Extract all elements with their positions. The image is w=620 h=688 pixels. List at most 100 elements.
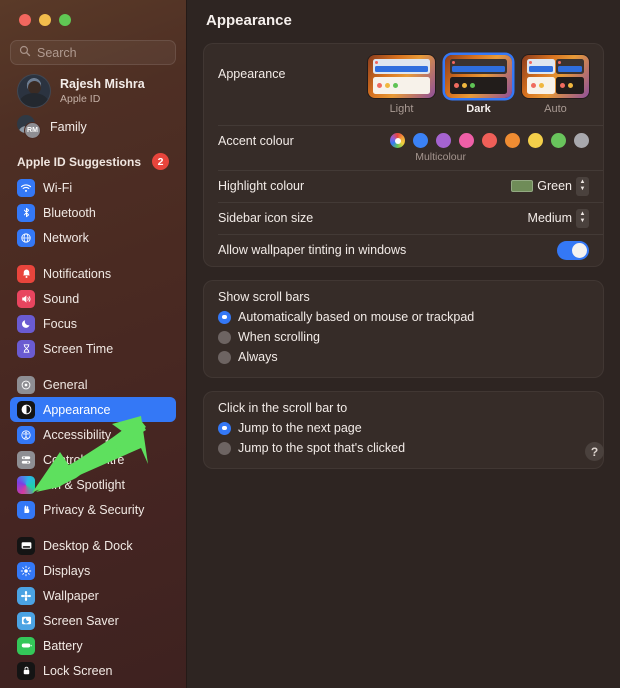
sidebar-item-lock-screen[interactable]: Lock Screen [10,658,176,683]
wallpaper-tinting-label: Allow wallpaper tinting in windows [218,243,407,257]
sidebar-item-appearance[interactable]: Appearance [10,397,176,422]
accent-swatch-graphite[interactable] [574,133,589,148]
search-field[interactable] [10,40,176,65]
accent-swatch-pink[interactable] [459,133,474,148]
sidebar-item-label: Wi-Fi [43,180,73,195]
battery-icon [17,636,35,655]
sidebar-item-sound[interactable]: Sound [10,286,176,311]
sidebar-item-wallpaper[interactable]: Wallpaper [10,583,176,608]
wallpaper-tinting-row: Allow wallpaper tinting in windows [204,234,603,266]
sidebar-item-desktop-and-dock[interactable]: Desktop & Dock [10,533,176,558]
sidebar-item-family[interactable]: RM Family [10,111,176,143]
sidebar-item-label: Battery [43,638,83,653]
avatar [17,74,51,108]
scroll-bar-click-title: Click in the scroll bar to [218,401,348,415]
sidebar-group-alerts: Notifications Sound Focus Screen Time [10,261,176,361]
zoom-button[interactable] [59,14,71,26]
chevron-updown-icon[interactable]: ▲ ▼ [576,176,589,196]
appearance-settings-card: Appearance Light Dark Auto Accent colour… [203,43,604,267]
siri-icon [17,475,35,494]
sidebar-item-focus[interactable]: Focus [10,311,176,336]
theme-option-light[interactable]: Light [368,55,435,115]
theme-label: Auto [544,103,567,115]
radio-click-spot-clicked[interactable]: Jump to the spot that's clicked [218,438,589,458]
gear-icon [17,375,35,394]
sidebar-item-control-centre[interactable]: Control Centre [10,447,176,472]
accent-swatch-orange[interactable] [505,133,520,148]
sidebar-item-label: Wallpaper [43,588,99,603]
bluetooth-icon [17,203,35,222]
apple-id-account-row[interactable]: Rajesh Mishra Apple ID [10,65,176,111]
sidebar-item-label: Screen Time [43,341,114,356]
accent-swatch-yellow[interactable] [528,133,543,148]
sidebar: Rajesh Mishra Apple ID RM Family Apple I… [0,0,187,688]
system-settings-window: Rajesh Mishra Apple ID RM Family Apple I… [0,0,620,688]
radio-icon[interactable] [218,310,231,324]
sidebar-item-wi-fi[interactable]: Wi-Fi [10,175,176,200]
appearance-theme-options: Light Dark Auto [368,55,589,115]
theme-thumbnail-auto [522,55,589,98]
sidebar-item-siri-and-spotlight[interactable]: Siri & Spotlight [10,472,176,497]
sidebar-item-label: General [43,377,88,392]
apple-id-suggestions-header[interactable]: Apple ID Suggestions 2 [10,143,176,175]
sidebar-icon-size-row: Sidebar icon size Medium ▲ ▼ [204,202,603,234]
sidebar-item-accessibility[interactable]: Accessibility [10,422,176,447]
sidebar-item-battery[interactable]: Battery [10,633,176,658]
accent-swatch-purple[interactable] [436,133,451,148]
speaker-icon [17,289,35,308]
sidebar-item-label: Network [43,230,89,245]
radio-scrollbars-automatic[interactable]: Automatically based on mouse or trackpad [218,307,589,327]
radio-click-next-page[interactable]: Jump to the next page [218,418,589,438]
sidebar-item-screen-saver[interactable]: Screen Saver [10,608,176,633]
accent-colour-label: Accent colour [218,133,294,148]
show-scroll-bars-group: Show scroll bars Automatically based on … [204,281,603,377]
appearance-row: Appearance Light Dark Auto [204,44,603,125]
sidebar-item-notifications[interactable]: Notifications [10,261,176,286]
page-title: Appearance [206,12,292,29]
minimize-button[interactable] [39,14,51,26]
radio-icon[interactable] [218,350,231,364]
sidebar-item-screen-time[interactable]: Screen Time [10,336,176,361]
moon-icon [17,314,35,333]
accent-swatch-red[interactable] [482,133,497,148]
radio-scrollbars-when-scrolling[interactable]: When scrolling [218,327,589,347]
sidebar-item-bluetooth[interactable]: Bluetooth [10,200,176,225]
scroll-bars-card: Show scroll bars Automatically based on … [203,280,604,378]
sidebar-item-general[interactable]: General [10,372,176,397]
search-input[interactable] [37,45,167,60]
sidebar-item-displays[interactable]: Displays [10,558,176,583]
desktop-dock-icon [17,536,35,555]
accent-swatch-multicolour[interactable] [390,133,405,148]
theme-option-auto[interactable]: Auto [522,55,589,115]
lock-icon [17,661,35,680]
globe-icon [17,228,35,247]
chevron-updown-icon[interactable]: ▲ ▼ [576,208,589,228]
close-button[interactable] [19,14,31,26]
highlight-colour-popup[interactable]: Green ▲ ▼ [511,176,589,196]
wallpaper-tinting-toggle[interactable] [557,240,589,260]
wifi-icon [17,178,35,197]
sidebar-item-label: Siri & Spotlight [43,477,125,492]
hourglass-icon [17,339,35,358]
wallpaper-icon [17,586,35,605]
radio-label: Jump to the spot that's clicked [238,441,406,455]
accent-swatch-blue[interactable] [413,133,428,148]
sidebar-icon-size-value: Medium [527,211,572,225]
sidebar-group-connectivity: Wi-Fi Bluetooth Network [10,175,176,250]
help-button[interactable]: ? [585,442,604,461]
theme-option-dark[interactable]: Dark [445,55,512,115]
sidebar-item-privacy-and-security[interactable]: Privacy & Security [10,497,176,522]
sidebar-icon-size-popup[interactable]: Medium ▲ ▼ [527,208,589,228]
accent-swatch-green[interactable] [551,133,566,148]
radio-icon[interactable] [218,421,231,435]
radio-icon[interactable] [218,441,231,455]
appearance-icon [17,400,35,419]
appearance-label: Appearance [218,67,286,81]
accent-colour-swatches [390,133,589,148]
accent-colour-caption: Multicolour [415,151,466,163]
highlight-colour-label: Highlight colour [218,179,305,193]
radio-scrollbars-always[interactable]: Always [218,347,589,367]
sidebar-item-network[interactable]: Network [10,225,176,250]
sidebar-item-label: Desktop & Dock [43,538,133,553]
radio-icon[interactable] [218,330,231,344]
